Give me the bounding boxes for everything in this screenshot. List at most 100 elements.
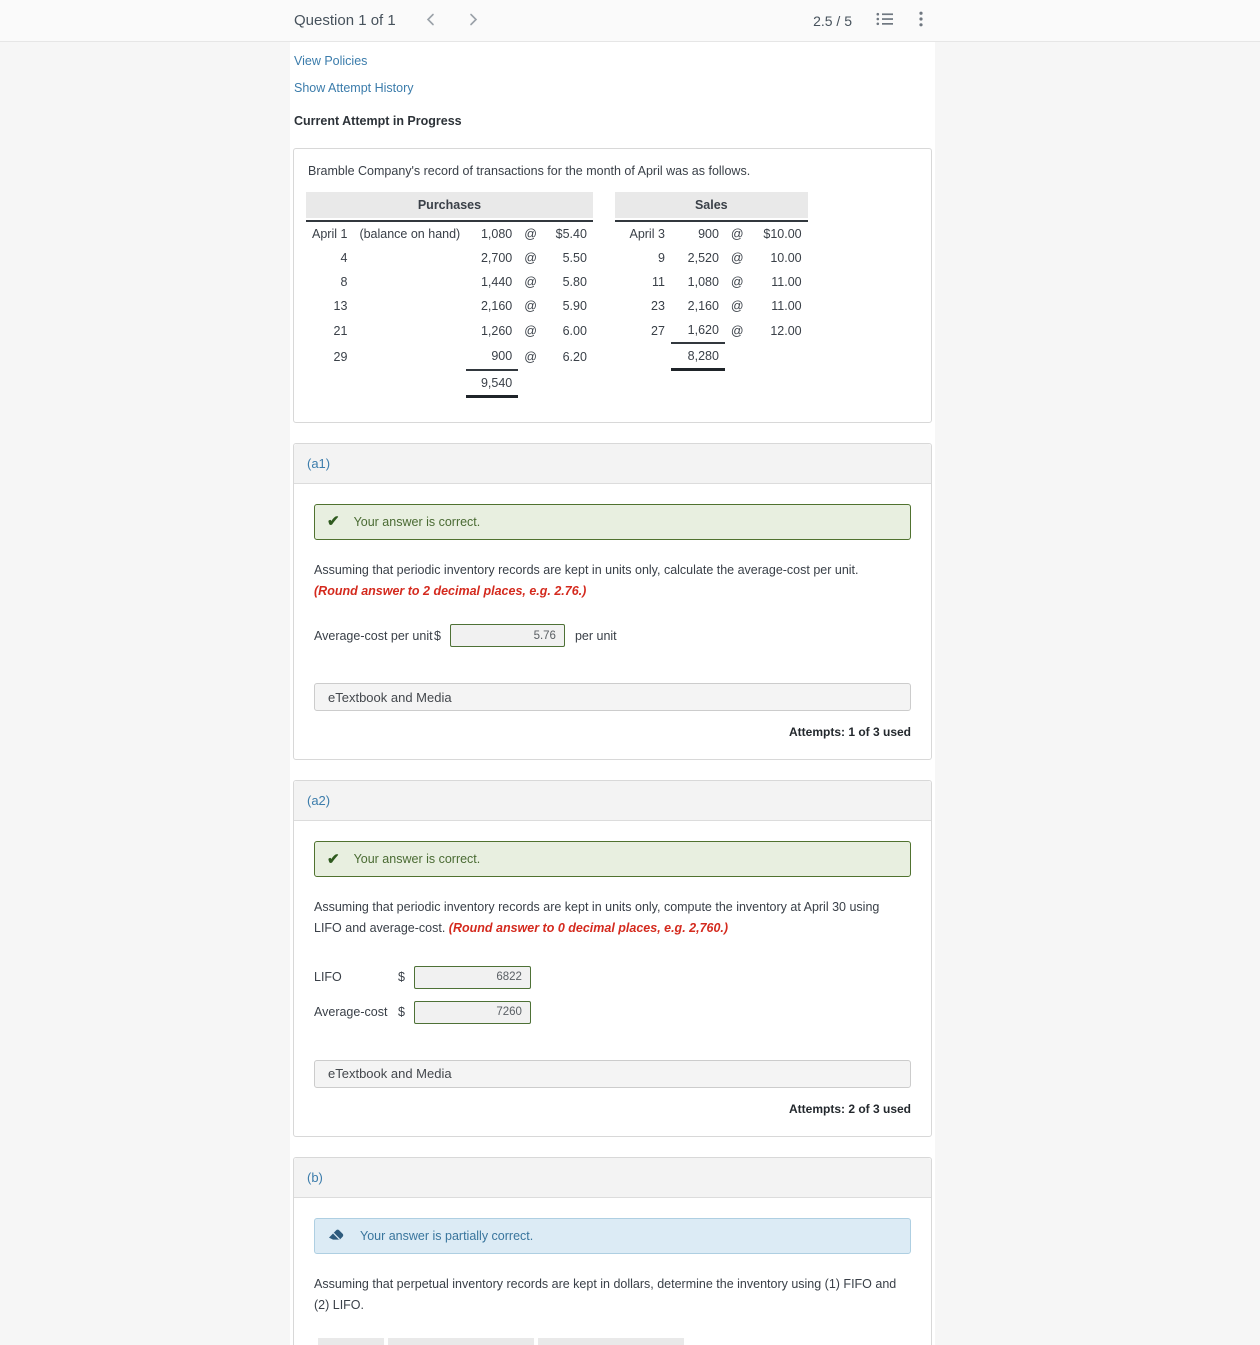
avg-cost-per-unit-input[interactable] (449, 624, 565, 647)
sale-price (750, 371, 808, 398)
section-a1-header: (a1) (294, 443, 931, 484)
per-unit-suffix: per unit (574, 628, 617, 643)
purchase-price: 5.80 (562, 274, 587, 289)
correct-answer-alert: ✔ Your answer is correct. (314, 841, 911, 877)
purchase-qty: 2,160 (480, 298, 513, 313)
sale-qty: 2,520 (687, 250, 719, 265)
purchase-price (543, 371, 593, 398)
purchase-qty: 2,700 (480, 250, 513, 265)
kebab-menu-icon (919, 11, 923, 30)
table-row: April 1 (balance on hand) 1,080 @ $5.40 … (306, 221, 808, 246)
sale-qty: 2,160 (687, 298, 719, 313)
table-row: 21 1,260 @ 6.00 27 1,620 @ 12.00 (306, 317, 808, 344)
next-question-button[interactable] (465, 9, 482, 33)
purchase-desc (353, 371, 466, 398)
sale-qty: 900 (698, 226, 719, 241)
purchase-qty: 900 (466, 344, 519, 371)
etextbook-label: eTextbook and Media (328, 689, 452, 705)
etextbook-media-bar[interactable]: eTextbook and Media (314, 683, 911, 711)
question-intro: Bramble Company's record of transactions… (308, 163, 751, 178)
table-row: 13 2,160 @ 5.90 23 2,160 @ 11.00 (306, 293, 808, 318)
section-a2-header: (a2) (294, 781, 931, 821)
attempts-counter: Attempts: 2 of 3 used (788, 1101, 911, 1116)
sales-total: 8,280 (670, 344, 725, 371)
purchase-desc (353, 344, 466, 371)
show-attempt-history-link[interactable]: Show Attempt History (294, 79, 932, 98)
more-options-button[interactable] (917, 9, 925, 32)
purchase-qty: 1,260 (480, 323, 513, 338)
attempts-counter: Attempts: 1 of 3 used (788, 725, 911, 739)
purchases-total: 9,540 (466, 371, 519, 398)
a1-rounding-note: (Round answer to 2 decimal places, e.g. … (314, 583, 587, 598)
purchase-date: 21 (333, 323, 348, 338)
question-header-bar: Question 1 of 1 2.5 / 5 (0, 0, 1260, 42)
checkmark-icon: ✔ (327, 850, 340, 868)
header-gap (592, 191, 615, 218)
at-symbol (725, 344, 750, 371)
average-cost-label: Average-cost (314, 1005, 388, 1019)
a1-prompt: Assuming that periodic inventory records… (314, 560, 904, 603)
a2-rounding-note: (Round answer to 0 decimal places, e.g. … (448, 921, 729, 936)
sale-price: $10.00 (763, 226, 802, 241)
lifo-label: LIFO (314, 970, 342, 984)
correct-answer-alert: ✔ Your answer is correct. (314, 503, 911, 540)
etextbook-label: eTextbook and Media (328, 1066, 452, 1081)
view-policies-link[interactable]: View Policies (294, 52, 932, 71)
table-row: 29 900 @ 6.20 8,280 (306, 343, 808, 371)
question-list-button[interactable] (874, 10, 895, 31)
chevron-right-icon (469, 13, 478, 29)
at-symbol: @ (730, 298, 744, 313)
transactions-table: Purchases Sales April 1 (balance on hand… (306, 191, 808, 398)
sale-qty: 1,620 (670, 318, 725, 344)
lifo-column-header: (2) LIFO (538, 1338, 684, 1345)
average-cost-inventory-input[interactable] (413, 1000, 531, 1024)
sale-qty (671, 371, 725, 398)
question-statement-card: Bramble Company's record of transactions… (293, 147, 932, 423)
eraser-icon (327, 1226, 346, 1246)
fifo-column-header: (1) FIFO (388, 1338, 534, 1345)
fifo-lifo-table: (1) FIFO (2) LIFO (314, 1338, 688, 1345)
at-symbol: @ (524, 298, 537, 313)
purchase-desc (353, 318, 466, 344)
section-b-card: (b) Your answer is partially correct. As… (293, 1156, 932, 1345)
at-symbol: @ (524, 323, 537, 338)
section-a2-card: (a2) ✔ Your answer is correct. Assuming … (293, 780, 932, 1137)
table-row: 4 2,700 @ 5.50 9 2,520 @ 10.00 (306, 245, 808, 270)
purchases-header: Purchases (306, 191, 593, 218)
policy-links: View Policies Show Attempt History (293, 52, 932, 98)
sale-date (615, 344, 671, 371)
purchase-desc (353, 294, 466, 318)
sales-header: Sales (614, 191, 808, 218)
currency-symbol: $ (398, 1005, 405, 1019)
purchase-qty: 1,440 (480, 274, 513, 289)
purchase-date (306, 371, 353, 398)
purchase-desc (353, 270, 466, 294)
etextbook-media-bar[interactable]: eTextbook and Media (314, 1059, 911, 1088)
lifo-inventory-input[interactable] (413, 965, 531, 989)
sale-price (750, 344, 808, 371)
at-symbol: @ (730, 323, 744, 338)
purchase-date: 29 (333, 350, 348, 364)
sale-qty: 1,080 (687, 274, 719, 289)
score-display: 2.5 / 5 (813, 12, 852, 29)
at-symbol (518, 371, 543, 398)
purchase-price: 5.50 (562, 250, 587, 265)
sale-date: 27 (651, 323, 665, 338)
purchase-date: 8 (340, 274, 348, 289)
sale-date: 23 (651, 298, 665, 313)
purchase-desc (353, 246, 466, 270)
question-title: Question 1 of 1 (294, 12, 396, 29)
sale-date: 11 (651, 274, 665, 289)
table-row: 8 1,440 @ 5.80 11 1,080 @ 11.00 (306, 269, 808, 294)
purchase-price: 6.20 (562, 350, 587, 364)
sale-price: 12.00 (770, 323, 802, 338)
checkmark-icon: ✔ (327, 513, 340, 530)
purchase-price: $5.40 (555, 226, 587, 241)
a1-prompt-text: Assuming that periodic inventory records… (314, 562, 859, 577)
alert-text: Your answer is correct. (353, 852, 481, 866)
previous-question-button[interactable] (422, 9, 439, 33)
at-symbol: @ (730, 274, 744, 289)
sale-price: 11.00 (771, 274, 802, 289)
at-symbol: @ (524, 250, 537, 265)
purchase-price: 5.90 (562, 298, 587, 313)
